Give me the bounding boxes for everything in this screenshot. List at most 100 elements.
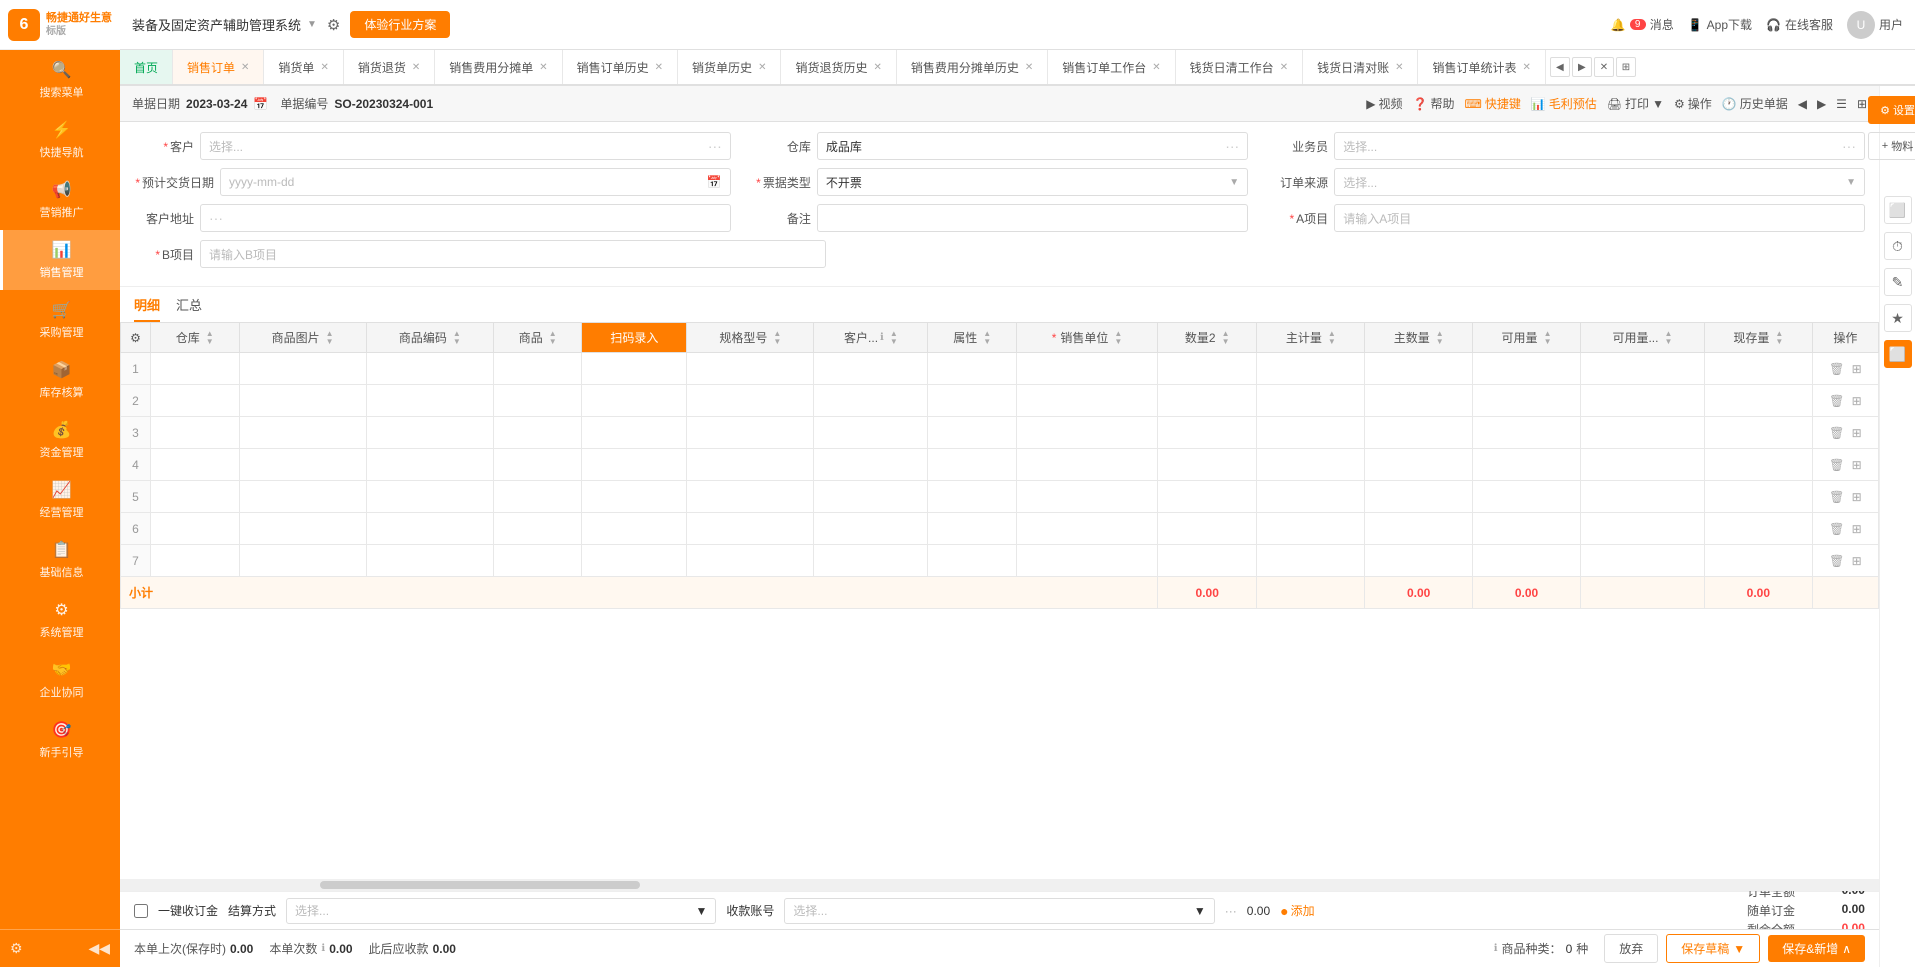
tab-summary[interactable]: 汇总 <box>176 295 202 322</box>
row-code-5[interactable] <box>366 481 493 513</box>
row-qty2-2[interactable] <box>1158 385 1257 417</box>
delete-icon-1[interactable]: 🗑 <box>1829 362 1844 376</box>
salesperson-input[interactable]: 选择... ··· <box>1334 132 1865 160</box>
sidebar-item-search[interactable]: 🔍搜索菜单 <box>0 50 120 110</box>
row-avail-7[interactable] <box>1473 545 1581 577</box>
scrollbar-thumb[interactable] <box>320 881 640 889</box>
row-attr-7[interactable] <box>928 545 1017 577</box>
tab-nav-expand[interactable]: ⊞ <box>1616 57 1636 77</box>
row-image-3[interactable] <box>239 417 366 449</box>
row-attr-1[interactable] <box>928 353 1017 385</box>
sidebar-item-guide[interactable]: 🎯新手引导 <box>0 710 120 770</box>
row-avail-1[interactable] <box>1473 353 1581 385</box>
shortcuts-action[interactable]: ⌨ 快捷键 <box>1465 95 1521 112</box>
row-image-2[interactable] <box>239 385 366 417</box>
sidebar-item-quick[interactable]: ⚡快捷导航 <box>0 110 120 170</box>
row-main-unit-4[interactable] <box>1257 449 1365 481</box>
tab-nav-close[interactable]: ✕ <box>1594 57 1614 77</box>
row-scan-6[interactable] <box>582 513 687 545</box>
row-avail2-1[interactable] <box>1580 353 1704 385</box>
profit-action[interactable]: 📊 毛利预估 <box>1531 95 1597 112</box>
row-avail-2[interactable] <box>1473 385 1581 417</box>
row-ops-2[interactable]: 🗑 ⊞ <box>1812 385 1878 417</box>
tab-close-5[interactable]: ✕ <box>655 62 663 73</box>
spec-sort[interactable]: ▲▼ <box>773 330 781 346</box>
delete-icon-5[interactable]: 🗑 <box>1829 490 1844 504</box>
row-code-7[interactable] <box>366 545 493 577</box>
row-main-qty-2[interactable] <box>1365 385 1473 417</box>
row-ops-1[interactable]: 🗑 ⊞ <box>1812 353 1878 385</box>
sidebar-item-system[interactable]: ⚙系统管理 <box>0 590 120 650</box>
sidebar-item-enterprise[interactable]: 🤝企业协同 <box>0 650 120 710</box>
row-avail2-3[interactable] <box>1580 417 1704 449</box>
row-unit-7[interactable] <box>1016 545 1157 577</box>
tab-close-9[interactable]: ✕ <box>1152 62 1160 73</box>
invoice-select[interactable]: 不开票 ▼ <box>817 168 1248 196</box>
row-stock-2[interactable] <box>1704 385 1812 417</box>
user-item[interactable]: U 用户 <box>1847 11 1903 39</box>
tab-3[interactable]: 销货退货✕ <box>344 50 435 85</box>
warehouse-sort[interactable]: ▲▼ <box>206 330 214 346</box>
code-sort[interactable]: ▲▼ <box>453 330 461 346</box>
print-action[interactable]: 🖨 打印 ▼ <box>1607 95 1664 112</box>
copy-icon-3[interactable]: ⊞ <box>1852 426 1862 440</box>
customer-code-sort[interactable]: ▲▼ <box>890 330 898 346</box>
tab-11[interactable]: 钱货日清对账✕ <box>1303 50 1418 85</box>
tab-1[interactable]: 销售订单✕ <box>173 50 264 86</box>
panel-icon-4[interactable]: ★ <box>1884 304 1912 332</box>
copy-icon-7[interactable]: ⊞ <box>1852 554 1862 568</box>
tab-6[interactable]: 销货单历史✕ <box>678 50 781 85</box>
row-attr-2[interactable] <box>928 385 1017 417</box>
tab-detail[interactable]: 明细 <box>134 295 160 322</box>
order-source-select[interactable]: 选择... ▼ <box>1334 168 1865 196</box>
sidebar-item-operations[interactable]: 📈经营管理 <box>0 470 120 530</box>
row-stock-4[interactable] <box>1704 449 1812 481</box>
tab-close-8[interactable]: ✕ <box>1025 62 1033 73</box>
list-view[interactable]: ☰ <box>1836 97 1847 111</box>
row-main-qty-3[interactable] <box>1365 417 1473 449</box>
row-scan-5[interactable] <box>582 481 687 513</box>
image-sort[interactable]: ▲▼ <box>326 330 334 346</box>
row-avail2-5[interactable] <box>1580 481 1704 513</box>
col-setting-header[interactable]: ⚙ <box>121 323 151 353</box>
row-customer-code-6[interactable] <box>814 513 928 545</box>
row-attr-5[interactable] <box>928 481 1017 513</box>
row-main-unit-1[interactable] <box>1257 353 1365 385</box>
nav-next[interactable]: ▶ <box>1817 97 1826 111</box>
row-qty2-5[interactable] <box>1158 481 1257 513</box>
remark-input[interactable] <box>817 204 1248 232</box>
panel-icon-5[interactable]: ⬜ <box>1884 340 1912 368</box>
row-spec-1[interactable] <box>687 353 814 385</box>
tab-10[interactable]: 钱货日清工作台✕ <box>1176 50 1303 85</box>
help-action[interactable]: ❓ 帮助 <box>1413 95 1455 112</box>
row-main-qty-4[interactable] <box>1365 449 1473 481</box>
row-avail2-2[interactable] <box>1580 385 1704 417</box>
row-main-unit-6[interactable] <box>1257 513 1365 545</box>
tab-8[interactable]: 销售费用分摊单历史✕ <box>897 50 1048 85</box>
row-warehouse-2[interactable] <box>151 385 240 417</box>
row-image-6[interactable] <box>239 513 366 545</box>
horizontal-scrollbar[interactable] <box>120 879 1879 891</box>
row-avail-6[interactable] <box>1473 513 1581 545</box>
row-code-3[interactable] <box>366 417 493 449</box>
sidebar-item-inventory[interactable]: 📦库存核算 <box>0 350 120 410</box>
row-main-unit-2[interactable] <box>1257 385 1365 417</box>
tab-close-6[interactable]: ✕ <box>758 62 766 73</box>
row-main-unit-7[interactable] <box>1257 545 1365 577</box>
delete-icon-2[interactable]: 🗑 <box>1829 394 1844 408</box>
row-warehouse-4[interactable] <box>151 449 240 481</box>
tab-7[interactable]: 销货退货历史✕ <box>781 50 896 85</box>
tab-close-10[interactable]: ✕ <box>1280 62 1288 73</box>
row-spec-6[interactable] <box>687 513 814 545</box>
main-qty-sort[interactable]: ▲▼ <box>1436 330 1444 346</box>
date-value[interactable]: 2023-03-24 <box>186 97 247 111</box>
row-unit-6[interactable] <box>1016 513 1157 545</box>
row-stock-6[interactable] <box>1704 513 1812 545</box>
row-scan-1[interactable] <box>582 353 687 385</box>
tab-close-3[interactable]: ✕ <box>412 62 420 73</box>
row-customer-code-7[interactable] <box>814 545 928 577</box>
row-product-3[interactable] <box>493 417 582 449</box>
row-spec-3[interactable] <box>687 417 814 449</box>
payment-method-select[interactable]: 选择... ▼ <box>286 898 716 924</box>
delete-icon-7[interactable]: 🗑 <box>1829 554 1844 568</box>
